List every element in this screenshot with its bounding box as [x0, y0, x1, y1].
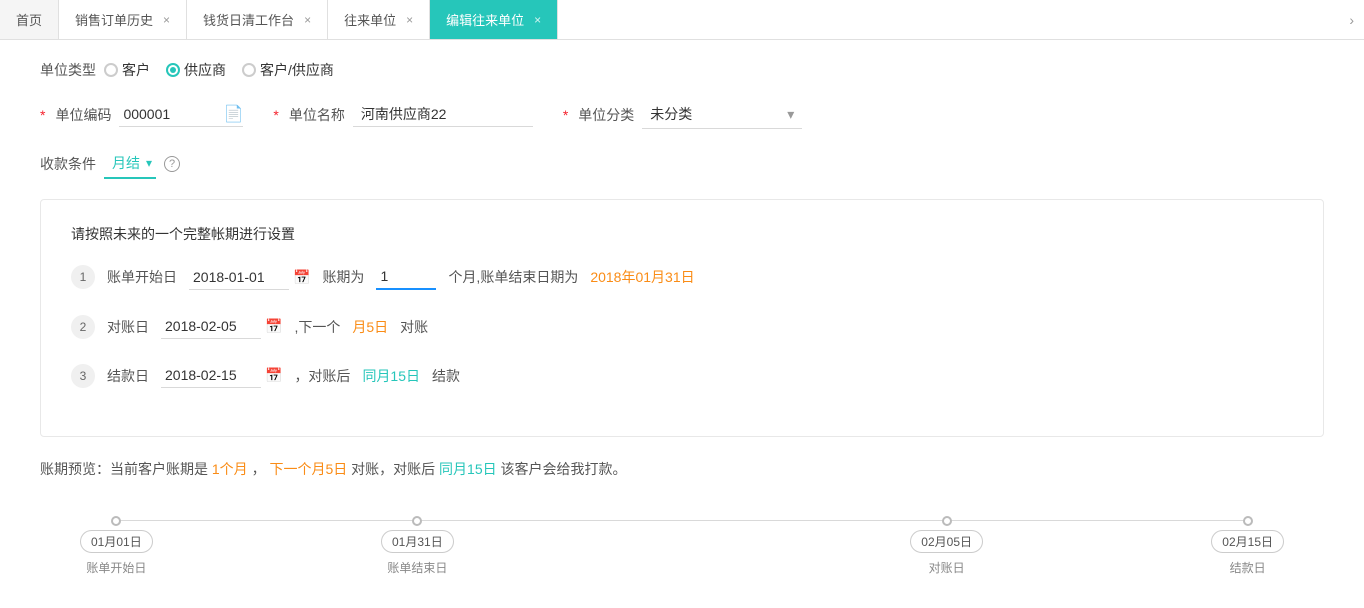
setting-label-1: 账单开始日 — [107, 267, 177, 287]
tab-more-button[interactable]: › — [1339, 0, 1364, 39]
unit-class-select[interactable]: 未分类 ▾ — [642, 100, 802, 129]
radio-supplier-dot — [170, 67, 176, 73]
setting-row-2: 2 对账日 📅 ,下一个 月5日 对账 — [71, 314, 1293, 339]
help-icon[interactable]: ? — [164, 156, 180, 172]
cal-icon-2[interactable]: 📅 — [265, 318, 282, 335]
unit-class-dropdown-icon: ▾ — [787, 106, 794, 123]
cal-icon-1[interactable]: 📅 — [293, 269, 310, 286]
date-wrap-2: 📅 — [161, 314, 282, 339]
tab-sales-history-close[interactable]: × — [163, 13, 170, 27]
cal-icon-3[interactable]: 📅 — [265, 367, 282, 384]
timeline-dot-4 — [1243, 516, 1253, 526]
radio-both[interactable]: 客户/供应商 — [242, 60, 334, 80]
month-input[interactable] — [376, 264, 436, 290]
suffix-post-1: 个月,账单结束日期为 — [448, 267, 578, 287]
setting-row-1: 1 账单开始日 📅 账期为 个月,账单结束日期为 2018年01月31日 — [71, 264, 1293, 290]
highlight-mid-2: 月5日 — [352, 317, 388, 337]
row-num-1: 1 — [71, 265, 95, 289]
radio-supplier[interactable]: 供应商 — [166, 60, 226, 80]
suffix-mid-2: ,下一个 — [294, 317, 340, 337]
timeline: 01月01日 账单开始日 01月31日 账单结束日 02月05日 对账日 02月… — [80, 506, 1284, 576]
tab-cash-work-close[interactable]: × — [304, 13, 311, 27]
date-input-1[interactable] — [189, 265, 289, 290]
unit-class-group: * 单位分类 未分类 ▾ — [563, 100, 802, 129]
unit-type-row: 单位类型 客户 供应商 客户/供应商 — [40, 60, 1324, 80]
row-num-2: 2 — [71, 315, 95, 339]
setting-label-3: 结款日 — [107, 366, 149, 386]
main-content: 单位类型 客户 供应商 客户/供应商 — [0, 40, 1364, 608]
unit-type-radio-group: 客户 供应商 客户/供应商 — [104, 60, 334, 80]
timeline-date-1: 01月01日 — [80, 530, 153, 553]
unit-name-input[interactable] — [353, 102, 533, 127]
settings-card: 请按照未来的一个完整帐期进行设置 1 账单开始日 📅 账期为 个月,账单结束日期… — [40, 199, 1324, 437]
chevron-right-icon: › — [1349, 12, 1354, 28]
unit-code-group: * 单位编码 📄 — [40, 102, 243, 127]
suffix-end-3: 结款 — [432, 366, 460, 386]
timeline-date-2: 01月31日 — [381, 530, 454, 553]
date-wrap-1: 📅 — [189, 265, 310, 290]
timeline-dot-1 — [111, 516, 121, 526]
date-input-2[interactable] — [161, 314, 261, 339]
suffix-pre-3: ，对账后 — [294, 366, 350, 386]
payment-label: 收款条件 — [40, 154, 96, 174]
preview-part3: 同月15日 — [439, 461, 497, 477]
timeline-label-2: 账单结束日 — [387, 559, 447, 576]
date-wrap-3: 📅 — [161, 363, 282, 388]
radio-customer-circle — [104, 63, 118, 77]
unit-name-label: 单位名称 — [289, 105, 345, 125]
unit-code-input-wrap: 📄 — [119, 102, 243, 127]
tab-partner[interactable]: 往来单位 × — [328, 0, 430, 39]
payment-row: 收款条件 月结 ▾ ? — [40, 149, 1324, 179]
radio-supplier-circle — [166, 63, 180, 77]
unit-type-group: 单位类型 客户 供应商 客户/供应商 — [40, 60, 334, 80]
timeline-label-4: 结款日 — [1230, 559, 1266, 576]
card-title: 请按照未来的一个完整帐期进行设置 — [71, 224, 1293, 244]
highlight-3: 同月15日 — [362, 366, 420, 386]
timeline-point-4: 02月15日 结款日 — [1211, 516, 1284, 576]
unit-name-group: * 单位名称 — [273, 102, 532, 127]
radio-customer[interactable]: 客户 — [104, 60, 150, 80]
timeline-date-3: 02月05日 — [910, 530, 983, 553]
preview-part1: 1个月 — [212, 461, 248, 477]
unit-code-icon[interactable]: 📄 — [223, 104, 243, 124]
payment-group: 收款条件 月结 ▾ ? — [40, 149, 180, 179]
timeline-point-3: 02月05日 对账日 — [682, 516, 1211, 576]
tab-edit-partner-close[interactable]: × — [534, 13, 541, 27]
unit-code-label: 单位编码 — [55, 105, 111, 125]
radio-both-circle — [242, 63, 256, 77]
unit-class-label: 单位分类 — [578, 105, 634, 125]
date-highlight-1: 2018年01月31日 — [590, 267, 694, 287]
tab-cash-work[interactable]: 钱货日清工作台 × — [187, 0, 328, 39]
tab-edit-partner[interactable]: 编辑往来单位 × — [430, 0, 558, 39]
timeline-container: 01月01日 账单开始日 01月31日 账单结束日 02月05日 对账日 02月… — [40, 506, 1324, 576]
unit-info-row: * 单位编码 📄 * 单位名称 * 单位分类 未分类 ▾ — [40, 100, 1324, 129]
tab-partner-close[interactable]: × — [406, 13, 413, 27]
timeline-point-1: 01月01日 账单开始日 — [80, 516, 153, 576]
payment-value: 月结 — [112, 153, 140, 173]
payment-dropdown-icon: ▾ — [146, 156, 152, 170]
payment-select[interactable]: 月结 ▾ — [104, 149, 156, 179]
preview-part2: 下一个月5日 — [269, 461, 347, 477]
suffix-pre-1: 账期为 — [322, 267, 364, 287]
timeline-dot-3 — [942, 516, 952, 526]
preview-text: 账期预览：当前客户账期是 1个月 ， 下一个月5日 对账，对账后 同月15日 该… — [40, 457, 1324, 482]
tab-home[interactable]: 首页 — [0, 0, 59, 39]
timeline-label-3: 对账日 — [929, 559, 965, 576]
tab-sales-history[interactable]: 销售订单历史 × — [59, 0, 187, 39]
date-input-3[interactable] — [161, 363, 261, 388]
setting-row-3: 3 结款日 📅 ，对账后 同月15日 结款 — [71, 363, 1293, 388]
unit-code-input[interactable] — [119, 102, 219, 126]
setting-label-2: 对账日 — [107, 317, 149, 337]
tab-bar: 首页 销售订单历史 × 钱货日清工作台 × 往来单位 × 编辑往来单位 × › — [0, 0, 1364, 40]
timeline-dot-2 — [412, 516, 422, 526]
timeline-date-4: 02月15日 — [1211, 530, 1284, 553]
row-num-3: 3 — [71, 364, 95, 388]
timeline-point-2: 01月31日 账单结束日 — [153, 516, 682, 576]
unit-type-label: 单位类型 — [40, 60, 96, 80]
timeline-label-1: 账单开始日 — [86, 559, 146, 576]
suffix-end-2: 对账 — [400, 317, 428, 337]
